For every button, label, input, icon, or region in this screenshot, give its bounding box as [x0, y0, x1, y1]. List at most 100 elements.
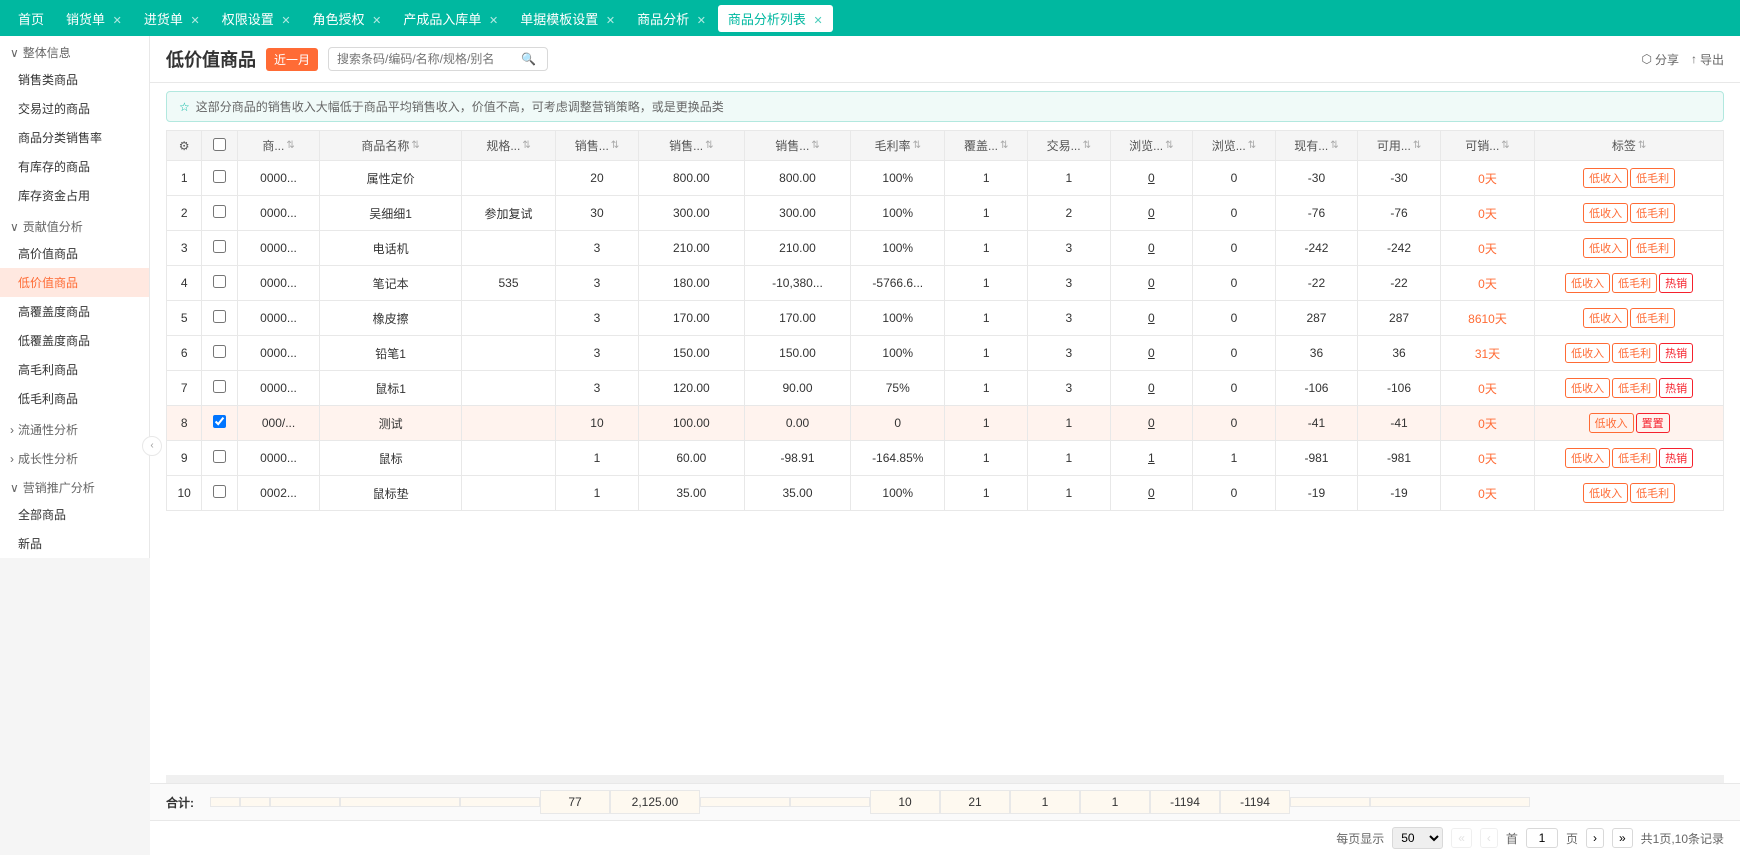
row-browse1-cell[interactable]: 0 [1110, 371, 1193, 406]
page-number-input[interactable] [1526, 828, 1558, 848]
row-checkbox[interactable] [213, 275, 226, 288]
sort-icon-salesqty[interactable]: ⇅ [611, 140, 619, 151]
col-settings[interactable]: ⚙ [167, 131, 202, 161]
close-role-icon[interactable]: ✕ [372, 15, 381, 27]
sidebar-item-stock-capital[interactable]: 库存资金占用 [0, 181, 149, 210]
nav-role-auth[interactable]: 角色授权 ✕ [303, 5, 392, 32]
row-checkbox-cell[interactable] [202, 196, 237, 231]
col-sales-price[interactable]: 销售...⇅ [744, 131, 850, 161]
row-checkbox[interactable] [213, 380, 226, 393]
col-current[interactable]: 现有...⇅ [1275, 131, 1358, 161]
col-checkbox[interactable] [202, 131, 237, 161]
nav-sales[interactable]: 销货单 ✕ [56, 5, 132, 32]
row-browse1-cell[interactable]: 0 [1110, 406, 1193, 441]
nav-goods-analysis[interactable]: 商品分析 ✕ [627, 5, 716, 32]
sidebar-group-marketing[interactable]: ∨ 营销推广分析 [0, 471, 149, 500]
close-list-icon[interactable]: ✕ [814, 15, 823, 27]
row-checkbox[interactable] [213, 345, 226, 358]
row-browse1-cell[interactable]: 0 [1110, 196, 1193, 231]
browse1-value[interactable]: 0 [1148, 206, 1155, 220]
sidebar-group-growth[interactable]: › 成长性分析 [0, 442, 149, 471]
sort-icon-transactions[interactable]: ⇅ [1083, 140, 1091, 151]
row-browse1-cell[interactable]: 0 [1110, 161, 1193, 196]
row-checkbox[interactable] [213, 415, 226, 428]
col-gross-rate[interactable]: 毛利率⇅ [851, 131, 945, 161]
sidebar-item-high-coverage[interactable]: 高覆盖度商品 [0, 297, 149, 326]
sort-icon-browse2[interactable]: ⇅ [1248, 140, 1256, 151]
sort-icon-saleable[interactable]: ⇅ [1501, 140, 1509, 151]
search-input[interactable] [337, 52, 517, 66]
nav-home[interactable]: 首页 [8, 5, 54, 32]
sort-icon-spec[interactable]: ⇅ [522, 140, 530, 151]
share-button[interactable]: ⬡ 分享 [1641, 51, 1679, 68]
sidebar-item-high-value[interactable]: 高价值商品 [0, 239, 149, 268]
select-all-checkbox[interactable] [213, 138, 226, 151]
col-tags[interactable]: 标签⇅ [1535, 131, 1724, 161]
sidebar-group-overall[interactable]: ∨ 整体信息 [0, 36, 149, 65]
horizontal-scrollbar[interactable] [166, 775, 1724, 783]
sidebar-item-high-margin[interactable]: 高毛利商品 [0, 355, 149, 384]
browse1-value[interactable]: 1 [1148, 451, 1155, 465]
sidebar-item-in-stock[interactable]: 有库存的商品 [0, 152, 149, 181]
sidebar-item-low-coverage[interactable]: 低覆盖度商品 [0, 326, 149, 355]
first-page-btn[interactable]: « [1451, 828, 1472, 848]
sidebar-item-category-rate[interactable]: 商品分类销售率 [0, 123, 149, 152]
row-checkbox-cell[interactable] [202, 231, 237, 266]
search-box[interactable]: 🔍 [328, 47, 548, 71]
close-permissions-icon[interactable]: ✕ [281, 15, 290, 27]
col-name[interactable]: 商品名称⇅ [320, 131, 462, 161]
col-available[interactable]: 可用...⇅ [1358, 131, 1441, 161]
row-checkbox-cell[interactable] [202, 266, 237, 301]
browse1-value[interactable]: 0 [1148, 311, 1155, 325]
row-checkbox-cell[interactable] [202, 441, 237, 476]
browse1-value[interactable]: 0 [1148, 486, 1155, 500]
next-page-btn[interactable]: › [1586, 828, 1604, 848]
sidebar-item-new-goods[interactable]: 新品 [0, 529, 149, 558]
close-template-icon[interactable]: ✕ [606, 15, 615, 27]
sort-icon-salesamt[interactable]: ⇅ [705, 140, 713, 151]
row-checkbox[interactable] [213, 485, 226, 498]
browse1-value[interactable]: 0 [1148, 171, 1155, 185]
row-browse1-cell[interactable]: 0 [1110, 231, 1193, 266]
sidebar-group-contribution[interactable]: ∨ 贡献值分析 [0, 210, 149, 239]
sidebar-item-all-goods[interactable]: 全部商品 [0, 500, 149, 529]
close-goods-icon[interactable]: ✕ [697, 15, 706, 27]
browse1-value[interactable]: 0 [1148, 381, 1155, 395]
page-size-select[interactable]: 50 100 200 [1392, 827, 1443, 849]
nav-goods-list[interactable]: 商品分析列表 ✕ [718, 5, 833, 32]
row-checkbox-cell[interactable] [202, 161, 237, 196]
row-checkbox-cell[interactable] [202, 406, 237, 441]
search-icon[interactable]: 🔍 [521, 52, 536, 66]
sidebar-item-sales-goods[interactable]: 销售类商品 [0, 65, 149, 94]
col-saleable[interactable]: 可销...⇅ [1440, 131, 1534, 161]
col-code[interactable]: 商...⇅ [237, 131, 320, 161]
sort-icon-tags[interactable]: ⇅ [1638, 140, 1646, 151]
browse1-value[interactable]: 0 [1148, 276, 1155, 290]
settings-icon[interactable]: ⚙ [179, 139, 190, 153]
col-transactions[interactable]: 交易...⇅ [1028, 131, 1111, 161]
sidebar-item-low-value[interactable]: 低价值商品 [0, 268, 149, 297]
row-browse1-cell[interactable]: 0 [1110, 301, 1193, 336]
col-sales-amt[interactable]: 销售...⇅ [638, 131, 744, 161]
nav-purchase[interactable]: 进货单 ✕ [134, 5, 210, 32]
close-sales-icon[interactable]: ✕ [113, 15, 122, 27]
row-checkbox[interactable] [213, 170, 226, 183]
row-browse1-cell[interactable]: 0 [1110, 266, 1193, 301]
prev-page-btn[interactable]: ‹ [1480, 828, 1498, 848]
row-checkbox[interactable] [213, 240, 226, 253]
sort-icon-available[interactable]: ⇅ [1413, 140, 1421, 151]
browse1-value[interactable]: 0 [1148, 241, 1155, 255]
col-coverage[interactable]: 覆盖...⇅ [945, 131, 1028, 161]
col-browse2[interactable]: 浏览...⇅ [1193, 131, 1276, 161]
last-page-btn[interactable]: » [1612, 828, 1633, 848]
period-button[interactable]: 近一月 [266, 48, 318, 71]
sort-icon-name[interactable]: ⇅ [411, 140, 419, 151]
sidebar-item-traded-goods[interactable]: 交易过的商品 [0, 94, 149, 123]
row-checkbox[interactable] [213, 310, 226, 323]
nav-finished-goods[interactable]: 产成品入库单 ✕ [393, 5, 508, 32]
col-spec[interactable]: 规格...⇅ [461, 131, 555, 161]
sort-icon-coverage[interactable]: ⇅ [1000, 140, 1008, 151]
row-checkbox-cell[interactable] [202, 371, 237, 406]
col-sales-qty[interactable]: 销售...⇅ [556, 131, 639, 161]
row-checkbox-cell[interactable] [202, 476, 237, 511]
